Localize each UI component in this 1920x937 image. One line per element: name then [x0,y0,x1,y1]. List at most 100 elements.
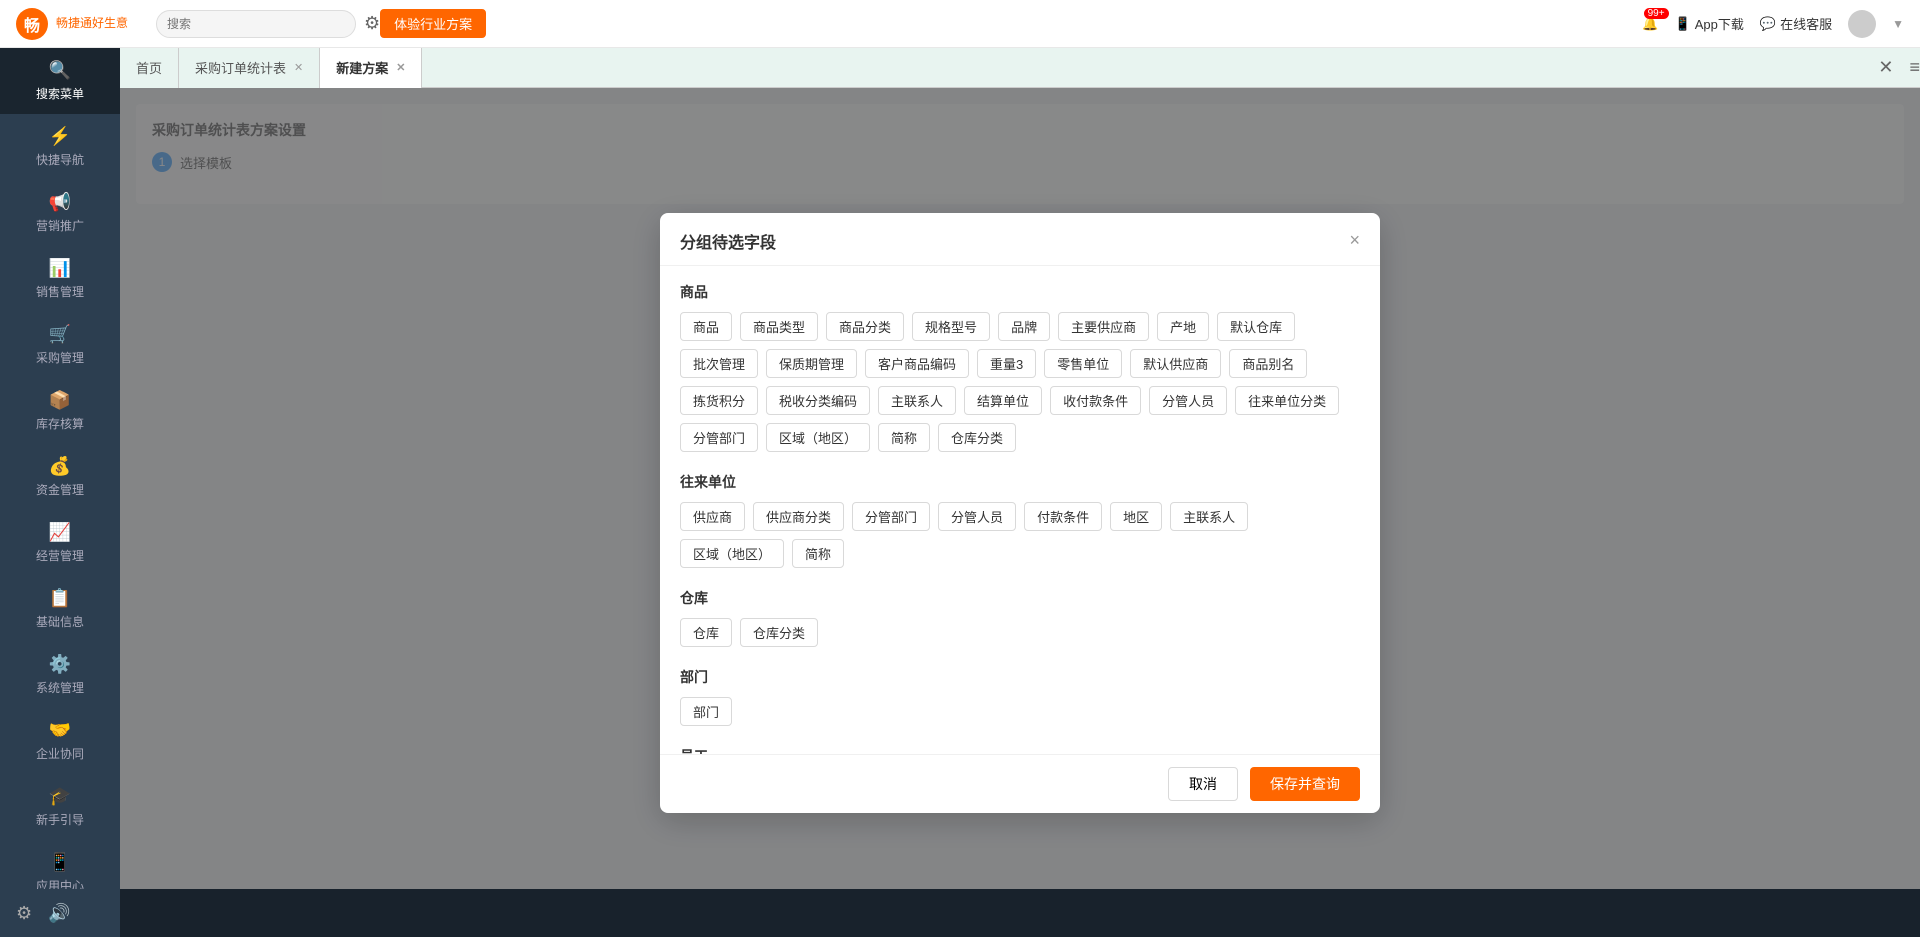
notification-badge: 99+ [1644,8,1669,19]
field-tag-manager2[interactable]: 分管人员 [938,502,1016,531]
field-tag-default-supplier[interactable]: 默认供应商 [1130,349,1221,378]
field-tag-manager[interactable]: 分管人员 [1149,386,1227,415]
field-tag-region-locale[interactable]: 区域（地区） [766,423,870,452]
field-tag-supplier-category[interactable]: 供应商分类 [753,502,844,531]
field-tag-department[interactable]: 部门 [680,697,732,726]
field-tag-brand[interactable]: 品牌 [998,312,1050,341]
settings-icon[interactable]: ⚙ [364,13,380,34]
field-tag-contact-person[interactable]: 主联系人 [878,386,956,415]
field-tag-short-name2[interactable]: 简称 [792,539,844,568]
tab-purchase-stats[interactable]: 采购订单统计表 ✕ [179,48,320,88]
sidebar-item-system[interactable]: ⚙️ 系统管理 [0,642,120,708]
field-tag-origin-unit-category[interactable]: 往来单位分类 [1235,386,1339,415]
field-tag-retail-unit[interactable]: 零售单位 [1044,349,1122,378]
field-tag-warehouse-cat[interactable]: 仓库分类 [740,618,818,647]
sidebar-item-basic[interactable]: 📋 基础信息 [0,576,120,642]
field-tag-warehouse[interactable]: 仓库 [680,618,732,647]
section-title-product: 商品 [680,282,1360,302]
volume-icon[interactable]: 🔊 [48,903,70,924]
online-service-link[interactable]: 💬 在线客服 [1760,14,1832,33]
field-tag-short-name[interactable]: 简称 [878,423,930,452]
field-tag-pick-points[interactable]: 拣货积分 [680,386,758,415]
field-tag-alias[interactable]: 商品别名 [1229,349,1307,378]
notification-icon[interactable]: 🔔 99+ [1642,16,1658,32]
close-tab-purchase[interactable]: ✕ [294,61,303,74]
field-tag-main-supplier[interactable]: 主要供应商 [1058,312,1149,341]
field-tag-dept[interactable]: 分管部门 [680,423,758,452]
close-tab-new-plan[interactable]: ✕ [396,61,405,74]
field-tag-product[interactable]: 商品 [680,312,732,341]
marketing-icon: 📢 [49,192,71,213]
field-tag-supplier[interactable]: 供应商 [680,502,745,531]
close-all-tabs[interactable]: ✕ [1878,57,1893,78]
tab-home[interactable]: 首页 [120,48,179,88]
sidebar-item-search[interactable]: 🔍 搜索菜单 [0,48,120,114]
field-grid-counterpart: 供应商供应商分类分管部门分管人员付款条件地区主联系人区域（地区） 简称 [680,502,1360,568]
sidebar-item-quick-nav[interactable]: ⚡ 快捷导航 [0,114,120,180]
section-product: 商品商品商品类型商品分类规格型号品牌主要供应商产地默认仓库批次管理保质期管理客户… [680,282,1360,452]
sales-icon: 📊 [49,258,71,279]
sidebar-item-operation[interactable]: 📈 经营管理 [0,510,120,576]
field-tag-spec-type[interactable]: 规格型号 [912,312,990,341]
sidebar-label-operation: 经营管理 [36,547,84,564]
settings-bottom-icon[interactable]: ⚙ [16,903,32,924]
field-tag-product-category[interactable]: 商品分类 [826,312,904,341]
user-arrow[interactable]: ▼ [1892,17,1904,31]
field-tag-origin[interactable]: 产地 [1157,312,1209,341]
sidebar-label-sales: 销售管理 [36,283,84,300]
sidebar-item-enterprise[interactable]: 🤝 企业协同 [0,708,120,774]
field-tag-region-locale2[interactable]: 区域（地区） [680,539,784,568]
field-tag-customer-code[interactable]: 客户商品编码 [865,349,969,378]
sidebar-label-finance: 资金管理 [36,481,84,498]
field-grid-product: 商品商品类型商品分类规格型号品牌主要供应商产地默认仓库批次管理保质期管理客户商品… [680,312,1360,452]
field-grid-department: 部门 [680,697,1360,726]
section-employee: 员工业务员 [680,746,1360,754]
field-tag-batch-mgmt[interactable]: 批次管理 [680,349,758,378]
field-tag-payment-terms[interactable]: 收付款条件 [1050,386,1141,415]
field-tag-payment-cond[interactable]: 付款条件 [1024,502,1102,531]
top-search[interactable] [156,10,356,38]
sidebar-item-purchase[interactable]: 🛒 采购管理 [0,312,120,378]
modal-footer: 取消 保存并查询 [660,754,1380,813]
field-tag-weight3[interactable]: 重量3 [977,349,1036,378]
field-tag-default-warehouse[interactable]: 默认仓库 [1217,312,1295,341]
field-tag-contact2[interactable]: 主联系人 [1170,502,1248,531]
experience-btn[interactable]: 体验行业方案 [380,9,486,38]
search-input[interactable] [156,10,356,38]
tabs-menu-icon[interactable]: ≡ [1909,57,1920,78]
operation-icon: 📈 [49,522,71,543]
purchase-icon: 🛒 [49,324,71,345]
field-tag-tax-code[interactable]: 税收分类编码 [766,386,870,415]
logo-area: 畅 畅捷通好生意 [16,8,136,40]
sidebar-item-inventory[interactable]: 📦 库存核算 [0,378,120,444]
sidebar-item-marketing[interactable]: 📢 营销推广 [0,180,120,246]
cancel-button[interactable]: 取消 [1168,767,1238,801]
section-title-employee: 员工 [680,746,1360,754]
sidebar-label-purchase: 采购管理 [36,349,84,366]
field-tag-dept2[interactable]: 分管部门 [852,502,930,531]
search-icon: 🔍 [49,60,71,81]
field-tag-warehouse-category[interactable]: 仓库分类 [938,423,1016,452]
enterprise-icon: 🤝 [49,720,71,741]
download-icon: 📱 [1675,16,1691,32]
sidebar-item-finance[interactable]: 💰 资金管理 [0,444,120,510]
modal-close-btn[interactable]: × [1349,230,1360,251]
field-tag-quality-mgmt[interactable]: 保质期管理 [766,349,857,378]
field-tag-product-type[interactable]: 商品类型 [740,312,818,341]
tab-new-plan[interactable]: 新建方案 ✕ [320,48,422,88]
section-department: 部门部门 [680,667,1360,726]
modal-overlay: 分组待选字段 × 商品商品商品类型商品分类规格型号品牌主要供应商产地默认仓库批次… [120,88,1920,937]
section-title-warehouse: 仓库 [680,588,1360,608]
app-center-icon: 📱 [49,852,71,873]
avatar[interactable] [1848,10,1876,38]
nav-tabs: 首页 采购订单统计表 ✕ 新建方案 ✕ ✕ ≡ [120,48,1920,88]
basic-icon: 📋 [49,588,71,609]
field-tag-settlement-unit[interactable]: 结算单位 [964,386,1042,415]
sidebar-item-sales[interactable]: 📊 销售管理 [0,246,120,312]
field-tag-region2[interactable]: 地区 [1110,502,1162,531]
save-query-button[interactable]: 保存并查询 [1250,767,1360,801]
sidebar-item-newbie[interactable]: 🎓 新手引导 [0,774,120,840]
service-icon: 💬 [1760,16,1776,32]
app-download-link[interactable]: 📱 App下载 [1675,14,1744,33]
section-title-counterpart: 往来单位 [680,472,1360,492]
